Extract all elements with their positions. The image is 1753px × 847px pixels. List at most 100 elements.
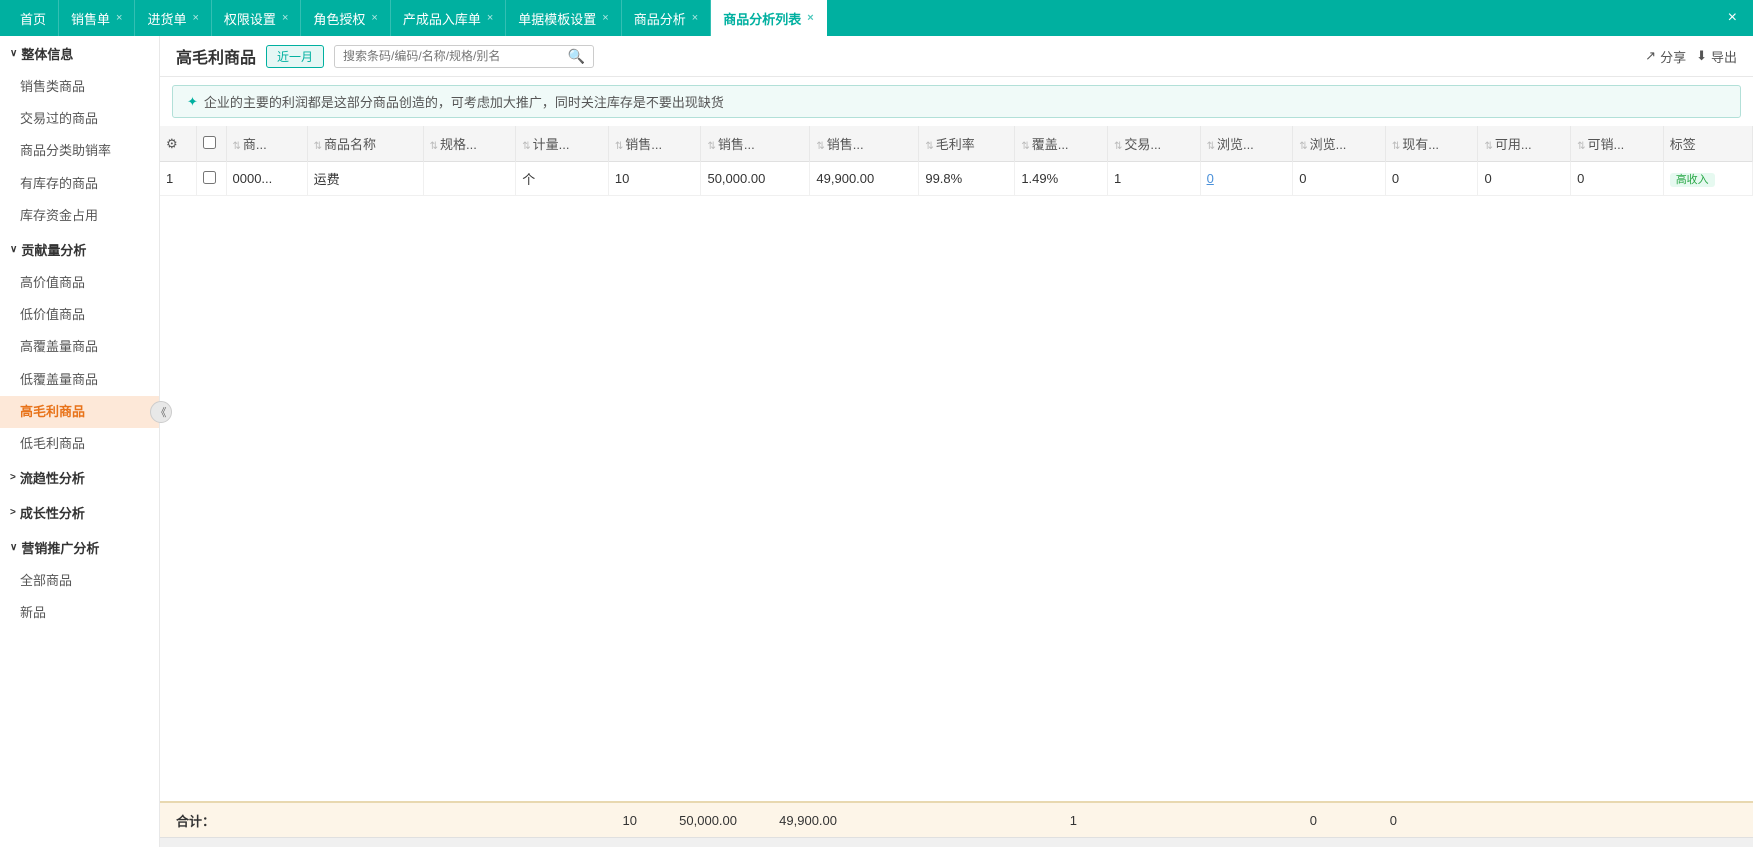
col-header-5[interactable]: ⇅计量... [516, 126, 609, 162]
sidebar-group-label-0: 整体信息 [21, 44, 73, 63]
col-header-10[interactable]: ⇅覆盖... [1015, 126, 1108, 162]
col-header-9[interactable]: ⇅毛利率 [919, 126, 1015, 162]
footer-label: 合计： [176, 811, 215, 830]
main-layout: ∨ 整体信息销售类商品交易过的商品商品分类助销率有库存的商品库存资金占用∨贡献量分… [0, 36, 1753, 847]
row-code: 0000... [226, 162, 307, 196]
nav-tab-close-3[interactable]: × [282, 12, 288, 24]
sidebar-item-0-4[interactable]: 库存资金占用 [0, 200, 159, 232]
share-button[interactable]: ↗ 分享 [1645, 47, 1686, 66]
nav-tab-0[interactable]: 首页 [8, 0, 59, 36]
search-input[interactable] [343, 49, 568, 63]
footer-sales3: 49,900.00 [749, 813, 849, 828]
export-label: 导出 [1711, 47, 1737, 66]
settings-icon[interactable]: ⚙ [166, 136, 178, 151]
row-spec [423, 162, 516, 196]
time-filter-month-button[interactable]: 近一月 [266, 45, 324, 68]
col-header-17: 标签 [1663, 126, 1752, 162]
sidebar-item-0-0[interactable]: 销售类商品 [0, 71, 159, 103]
col-header-4[interactable]: ⇅规格... [423, 126, 516, 162]
export-button[interactable]: ⬇ 导出 [1696, 47, 1737, 66]
sidebar-group-label-3: 成长性分析 [20, 503, 85, 522]
row-checkbox[interactable] [196, 162, 226, 196]
nav-tab-2[interactable]: 进货单 × [135, 0, 211, 36]
sort-icon-5: ⇅ [522, 141, 530, 152]
row-coverage: 1.49% [1015, 162, 1108, 196]
row-select-checkbox[interactable] [203, 171, 216, 184]
footer-current: 0 [1249, 813, 1329, 828]
sidebar-item-1-0[interactable]: 高价值商品 [0, 267, 159, 299]
sort-icon-16: ⇅ [1577, 141, 1585, 152]
bottom-scrollbar[interactable] [160, 837, 1753, 847]
sidebar-group-arrow-1: ∨ [10, 244, 17, 255]
export-icon: ⬇ [1696, 48, 1707, 64]
nav-tab-close-6[interactable]: × [602, 12, 608, 24]
nav-tab-close-4[interactable]: × [371, 12, 377, 24]
row-sales2: 50,000.00 [701, 162, 810, 196]
sidebar-group-3[interactable]: >成长性分析 [0, 495, 159, 530]
sidebar-item-0-3[interactable]: 有库存的商品 [0, 168, 159, 200]
sort-icon-7: ⇅ [707, 141, 715, 152]
nav-tab-6[interactable]: 单据模板设置 × [506, 0, 621, 36]
col-header-7[interactable]: ⇅销售... [701, 126, 810, 162]
sidebar-group-0[interactable]: ∨ 整体信息 [0, 36, 159, 71]
col-header-14[interactable]: ⇅现有... [1385, 126, 1478, 162]
content-area: 高毛利商品 近一月 🔍 ↗ 分享 ⬇ 导出 [160, 36, 1753, 847]
sidebar-group-4[interactable]: ∨营销推广分析 [0, 530, 159, 565]
row-current: 0 [1385, 162, 1478, 196]
sidebar: ∨ 整体信息销售类商品交易过的商品商品分类助销率有库存的商品库存资金占用∨贡献量分… [0, 36, 160, 847]
sidebar-item-1-2[interactable]: 高覆盖量商品 [0, 331, 159, 363]
browse-link[interactable]: 0 [1207, 171, 1214, 186]
col-header-2[interactable]: ⇅商... [226, 126, 307, 162]
sidebar-container: ∨ 整体信息销售类商品交易过的商品商品分类助销率有库存的商品库存资金占用∨贡献量分… [0, 36, 160, 847]
sidebar-item-1-3[interactable]: 低覆盖量商品 [0, 364, 159, 396]
sort-icon-14: ⇅ [1392, 141, 1400, 152]
nav-tab-close-5[interactable]: × [487, 12, 493, 24]
sidebar-item-1-4[interactable]: 高毛利商品 [0, 396, 159, 428]
table-wrapper[interactable]: ⚙⇅商...⇅商品名称⇅规格...⇅计量...⇅销售...⇅销售...⇅销售..… [160, 126, 1753, 801]
sidebar-item-0-2[interactable]: 商品分类助销率 [0, 135, 159, 167]
row-saleable: 0 [1571, 162, 1664, 196]
footer-sales2: 50,000.00 [649, 813, 749, 828]
nav-tab-7[interactable]: 商品分析 × [622, 0, 711, 36]
nav-tab-8[interactable]: 商品分析列表 × [711, 0, 826, 36]
col-header-16[interactable]: ⇅可销... [1571, 126, 1664, 162]
col-header-8[interactable]: ⇅销售... [810, 126, 919, 162]
col-header-1 [196, 126, 226, 162]
nav-tab-3[interactable]: 权限设置 × [212, 0, 301, 36]
sidebar-item-0-1[interactable]: 交易过的商品 [0, 103, 159, 135]
nav-tab-close-7[interactable]: × [692, 12, 698, 24]
row-tag[interactable]: 高收入 [1663, 162, 1752, 196]
sort-icon-2: ⇅ [233, 141, 241, 152]
col-header-6[interactable]: ⇅销售... [608, 126, 701, 162]
col-header-15[interactable]: ⇅可用... [1478, 126, 1571, 162]
sidebar-item-4-0[interactable]: 全部商品 [0, 565, 159, 597]
nav-tab-close-2[interactable]: × [192, 12, 198, 24]
nav-tab-close-8[interactable]: × [807, 12, 813, 24]
col-header-12[interactable]: ⇅浏览... [1200, 126, 1293, 162]
sidebar-item-1-1[interactable]: 低价值商品 [0, 299, 159, 331]
row-browse1[interactable]: 0 [1200, 162, 1293, 196]
search-box: 🔍 [334, 45, 594, 68]
col-header-13[interactable]: ⇅浏览... [1293, 126, 1386, 162]
nav-tab-5[interactable]: 产成品入库单 × [391, 0, 506, 36]
nav-tab-4[interactable]: 角色授权 × [301, 0, 390, 36]
sidebar-item-1-5[interactable]: 低毛利商品 [0, 428, 159, 460]
nav-tab-1[interactable]: 销售单 × [59, 0, 135, 36]
info-banner: ✦ 企业的主要的利润都是这部分商品创造的，可考虑加大推广，同时关注库存是不要出现… [172, 85, 1741, 118]
sidebar-item-4-1[interactable]: 新品 [0, 597, 159, 629]
sidebar-collapse-button[interactable]: 《 [150, 401, 172, 423]
search-icon[interactable]: 🔍 [568, 48, 585, 65]
close-all-button[interactable]: × [1720, 9, 1745, 27]
col-header-11[interactable]: ⇅交易... [1107, 126, 1200, 162]
select-all-checkbox[interactable] [203, 136, 216, 149]
col-header-3[interactable]: ⇅商品名称 [307, 126, 423, 162]
sidebar-group-1[interactable]: ∨贡献量分析 [0, 232, 159, 267]
row-index: 1 [160, 162, 196, 196]
sort-icon-4: ⇅ [430, 141, 438, 152]
footer-sales1: 10 [569, 813, 649, 828]
sort-icon-8: ⇅ [816, 141, 824, 152]
sidebar-group-2[interactable]: >流趋性分析 [0, 460, 159, 495]
nav-tab-close-1[interactable]: × [116, 12, 122, 24]
sidebar-group-arrow-0: ∨ [10, 48, 17, 59]
sidebar-group-label-4: 营销推广分析 [21, 538, 99, 557]
